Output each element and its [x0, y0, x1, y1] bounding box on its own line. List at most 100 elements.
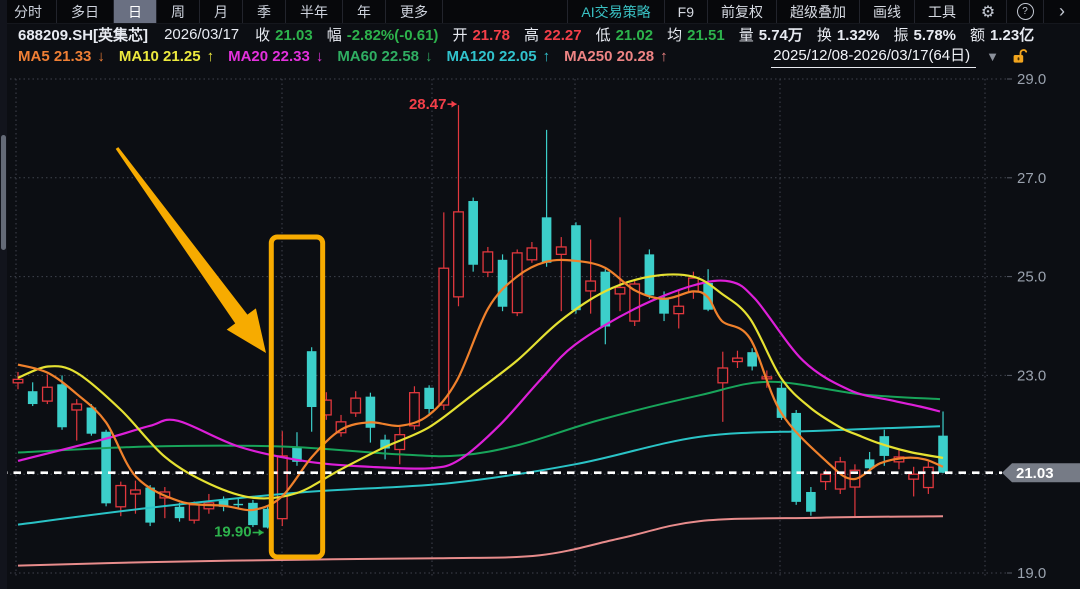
- candle-body-up: [130, 489, 141, 495]
- price-axis: 29.0 27.0 25.0 23.0 19.0 21.03: [1002, 71, 1080, 582]
- axis-label: 19.0: [1017, 565, 1046, 582]
- candle-body-down: [659, 297, 669, 314]
- candle-body-down: [248, 502, 258, 526]
- trend-arrow-icon: ↓: [315, 47, 324, 65]
- candle-body-down: [497, 259, 508, 307]
- high-annotation: 28.47: [409, 96, 447, 113]
- trend-arrow-icon: ↑: [206, 47, 215, 65]
- candle-body-down: [101, 431, 111, 504]
- side-scrollbar[interactable]: [0, 0, 7, 589]
- candle-body-up: [820, 473, 832, 483]
- field-收: 收 21.03: [255, 26, 313, 44]
- low-annotation: 19.90: [214, 524, 252, 541]
- candle-body-up: [115, 484, 127, 508]
- tab-季[interactable]: 季: [243, 0, 286, 23]
- candle-body-down: [541, 217, 552, 263]
- period-toolbar: 分时 多日日周月季半年年更多 AI交易策略 F9 前复权 超级叠加 画线 工具 ⚙? ›: [0, 0, 1080, 24]
- axis-label: 27.0: [1017, 170, 1046, 187]
- candle-body-up: [555, 246, 567, 256]
- tab-更多[interactable]: 更多: [386, 0, 443, 23]
- candle-body-up: [41, 386, 53, 402]
- candle-body-down: [233, 503, 244, 506]
- trading-app-window: { "toolbar": { "tabs": [ {"label":"分时","…: [0, 0, 1080, 589]
- ma-legend-MA250: MA250 20.28 ↑: [564, 47, 668, 65]
- candle-body-up: [922, 466, 934, 489]
- trend-arrow-icon: ↑: [542, 47, 551, 65]
- candlestick-chart[interactable]: 28.47 19.90 29.0 27.0 25.0 23.0 19.0 21.03: [0, 0, 1080, 589]
- candle-body-up: [673, 305, 685, 315]
- chevron-right-icon[interactable]: ›: [1043, 0, 1080, 23]
- axis-label: 25.0: [1017, 269, 1046, 286]
- ma-line-MA20: [17, 279, 941, 470]
- help-icon[interactable]: ?: [1006, 0, 1043, 23]
- toolbar-button-工具[interactable]: 工具: [914, 0, 969, 23]
- tab-多日[interactable]: 多日: [57, 0, 114, 23]
- date-range-control: 2025/12/08-2026/03/17(64日) ▼: [771, 44, 1028, 68]
- field-低: 低 21.02: [595, 26, 654, 44]
- candle-body-up: [438, 267, 450, 406]
- low-arrowhead: [258, 529, 264, 537]
- candle-body-down: [468, 201, 478, 265]
- period-tabs: 分时 多日日周月季半年年更多: [0, 0, 443, 23]
- candle-body-down: [938, 435, 948, 473]
- scrollbar-thumb[interactable]: [1, 135, 6, 250]
- field-高: 高 22.27: [524, 26, 582, 44]
- date-range-label[interactable]: 2025/12/08-2026/03/17(64日): [771, 44, 977, 68]
- tab-分时[interactable]: 分时: [0, 0, 57, 23]
- candle-body-down: [791, 412, 801, 502]
- trend-arrow-icon: ↓: [97, 47, 105, 65]
- range-dropdown-icon[interactable]: ▼: [986, 49, 999, 64]
- candle-body-down: [600, 271, 611, 327]
- ma-lines-layer: [17, 258, 944, 567]
- toolbar-button-画线[interactable]: 画线: [859, 0, 914, 23]
- candle-body-up: [276, 455, 288, 520]
- unlock-icon[interactable]: [1011, 48, 1028, 65]
- ma-line-MA250: [17, 515, 944, 567]
- ma-legend-MA5: MA5 21.33 ↓: [18, 47, 105, 65]
- tab-月[interactable]: 月: [200, 0, 243, 23]
- candle-body-up: [732, 357, 743, 363]
- toolbar-button-F9[interactable]: F9: [663, 0, 707, 23]
- ma-line-MA10: [17, 273, 944, 500]
- candles-layer: [12, 105, 948, 529]
- field-振: 振 5.78%: [893, 26, 957, 44]
- high-arrowhead: [451, 100, 457, 108]
- toolbar-button-超级叠加[interactable]: 超级叠加: [776, 0, 859, 23]
- field-开: 开 21.78: [452, 26, 510, 44]
- candle-body-up: [585, 280, 597, 292]
- ma-legend-MA20: MA20 22.33 ↓: [228, 47, 324, 65]
- ma-legend-bar: MA5 21.33 ↓ MA10 21.25 ↑ MA20 22.33 ↓ MA60 22.…: [0, 44, 1080, 68]
- quote-date: 2026/03/17: [164, 25, 240, 43]
- candle-body-down: [644, 254, 655, 296]
- trend-arrow-icon: ↑: [660, 47, 668, 65]
- candle-body-down: [145, 487, 155, 523]
- chart-grid: [10, 78, 1007, 578]
- axis-label: 29.0: [1017, 71, 1046, 88]
- field-量: 量 5.74万: [738, 26, 803, 44]
- ma-legend-items: MA5 21.33 ↓ MA10 21.25 ↑ MA20 22.33 ↓ MA60 22.…: [18, 48, 682, 65]
- toolbar-button-AI交易策略[interactable]: AI交易策略: [567, 0, 663, 23]
- candle-body-down: [306, 351, 317, 408]
- tab-年[interactable]: 年: [343, 0, 386, 23]
- last-price-tag-label: 21.03: [1016, 465, 1054, 482]
- field-均: 均 21.51: [667, 26, 725, 44]
- candle-body-down: [27, 391, 38, 405]
- candle-body-down: [57, 384, 67, 428]
- gear-icon[interactable]: ⚙: [969, 0, 1006, 23]
- field-幅: 幅 -2.82%(-0.61): [326, 26, 439, 44]
- candle-body-up: [71, 403, 83, 411]
- candle-body-up: [188, 504, 200, 521]
- candle-body-up: [12, 378, 24, 384]
- tab-周[interactable]: 周: [157, 0, 200, 23]
- toolbar-button-前复权[interactable]: 前复权: [707, 0, 776, 23]
- ma-line-MA120: [17, 425, 941, 526]
- tab-日[interactable]: 日: [114, 0, 157, 23]
- candle-body-down: [806, 491, 816, 512]
- candle-body-up: [453, 211, 464, 298]
- tab-半年[interactable]: 半年: [286, 0, 343, 23]
- candle-body-down: [174, 506, 185, 519]
- symbol-name: 688209.SH[英集芯]: [18, 26, 149, 44]
- quote-fields: 收 21.03 幅 -2.82%(-0.61) 开 21.78 高 22.27 低 21.02 均 2…: [255, 24, 1048, 45]
- candle-body-up: [482, 251, 494, 273]
- toolbar-right: AI交易策略 F9 前复权 超级叠加 画线 工具 ⚙? ›: [567, 0, 1080, 23]
